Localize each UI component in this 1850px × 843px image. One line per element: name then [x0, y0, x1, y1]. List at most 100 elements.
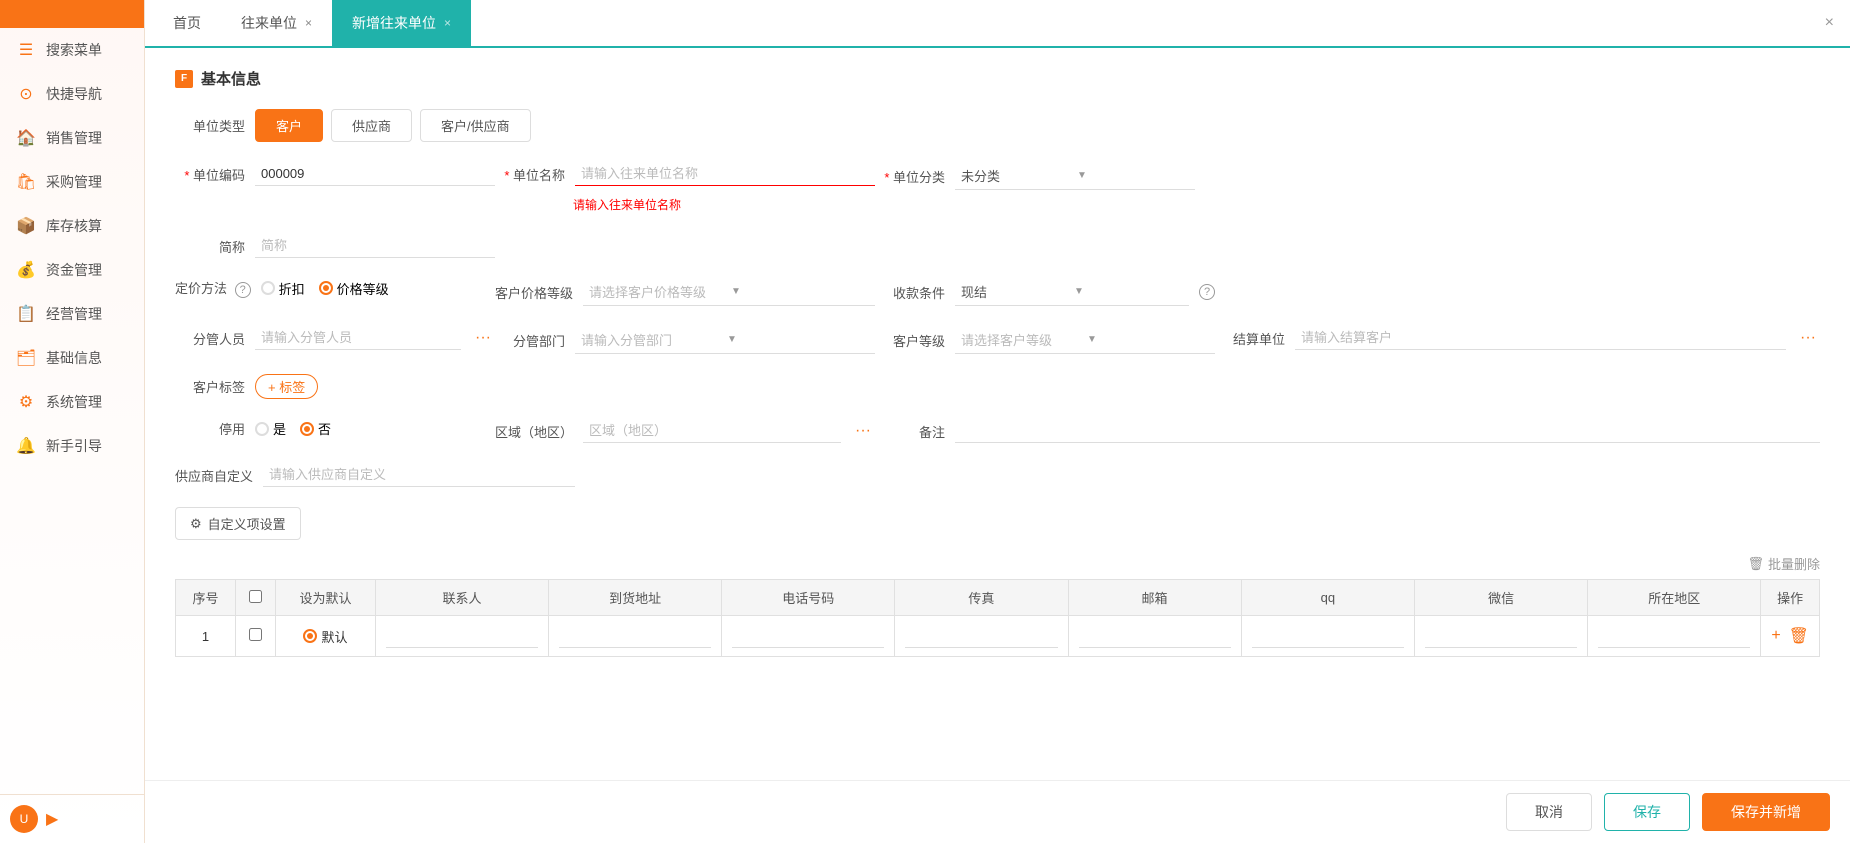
- row-email[interactable]: [1068, 616, 1241, 657]
- pricing-discount-option[interactable]: 折扣: [261, 279, 305, 298]
- qq-input[interactable]: [1252, 624, 1404, 648]
- row-region[interactable]: [1588, 616, 1761, 657]
- sidebar-item-basic-info[interactable]: 🗂 基础信息: [0, 336, 144, 380]
- unit-code-input[interactable]: [255, 162, 495, 186]
- department-select[interactable]: 请输入分管部门 ▼: [575, 326, 875, 354]
- custom-settings-label: 自定义项设置: [208, 514, 286, 533]
- phone-input[interactable]: [732, 624, 884, 648]
- save-and-new-button[interactable]: 保存并新增: [1702, 793, 1830, 831]
- unit-type-supplier-button[interactable]: 供应商: [331, 109, 412, 142]
- default-radio[interactable]: [303, 629, 317, 643]
- department-placeholder: 请输入分管部门: [581, 330, 723, 349]
- sidebar-item-guide[interactable]: 🔔 新手引导: [0, 424, 144, 468]
- chevron-down-icon-4: ▼: [727, 334, 869, 345]
- pricing-method-group: 定价方法 ? 折扣 价格等级: [175, 278, 495, 298]
- sidebar-item-guide-label: 新手引导: [46, 436, 102, 456]
- row-region-input[interactable]: [1598, 624, 1750, 648]
- select-all-checkbox[interactable]: [249, 590, 262, 603]
- sidebar-item-purchase[interactable]: 🛍 采购管理: [0, 160, 144, 204]
- row-wechat[interactable]: [1415, 616, 1588, 657]
- unit-name-input[interactable]: [575, 162, 875, 186]
- sidebar-item-finance[interactable]: 💰 资金管理: [0, 248, 144, 292]
- sidebar-item-system[interactable]: ⚙ 系统管理: [0, 380, 144, 424]
- abbreviation-label: 简称: [175, 237, 245, 256]
- discount-radio[interactable]: [261, 281, 275, 295]
- payment-terms-help-icon[interactable]: ?: [1199, 284, 1215, 300]
- sidebar-item-operations[interactable]: 📋 经营管理: [0, 292, 144, 336]
- delete-row-button[interactable]: 🗑: [1789, 626, 1809, 646]
- settlement-unit-input[interactable]: [1295, 326, 1786, 350]
- row-address[interactable]: [549, 616, 722, 657]
- sidebar-item-sales[interactable]: 🏠 销售管理: [0, 116, 144, 160]
- price-level-radio[interactable]: [319, 281, 333, 295]
- tab-add-contact[interactable]: 新增往来单位 ×: [332, 0, 471, 48]
- add-tag-label: + 标签: [268, 377, 305, 396]
- remarks-input[interactable]: [955, 419, 1820, 443]
- unit-name-group: 单位名称 请输入往来单位名称: [495, 162, 875, 214]
- section-icon: F: [175, 70, 193, 88]
- manager-more-button[interactable]: ···: [471, 329, 495, 347]
- yes-label: 是: [273, 419, 286, 438]
- default-radio-item[interactable]: 默认: [286, 627, 365, 646]
- fax-input[interactable]: [905, 624, 1057, 648]
- footer: 取消 保存 保存并新增: [145, 780, 1850, 843]
- sidebar-item-inventory[interactable]: 📦 库存核算: [0, 204, 144, 248]
- unit-code-group: 单位编码: [175, 162, 495, 186]
- contact-input[interactable]: [386, 624, 538, 648]
- price-level-label: 价格等级: [337, 279, 389, 298]
- batch-delete-button[interactable]: 🗑 批量删除: [1747, 554, 1820, 573]
- custom-settings-button[interactable]: ⚙ 自定义项设置: [175, 507, 301, 540]
- unit-type-both-button[interactable]: 客户/供应商: [420, 109, 531, 142]
- customer-price-level-select[interactable]: 请选择客户价格等级 ▼: [583, 278, 875, 306]
- settlement-unit-label: 结算单位: [1215, 329, 1285, 348]
- supplier-custom-row: 供应商自定义: [175, 463, 1820, 487]
- col-address: 到货地址: [549, 580, 722, 616]
- row-fax[interactable]: [895, 616, 1068, 657]
- inventory-icon: 📦: [16, 216, 36, 236]
- customer-level-select[interactable]: 请选择客户等级 ▼: [955, 326, 1215, 354]
- region-input[interactable]: [583, 419, 841, 443]
- row-checkbox[interactable]: [249, 628, 262, 641]
- sidebar-item-sales-label: 销售管理: [46, 128, 102, 148]
- address-input[interactable]: [559, 624, 711, 648]
- abbreviation-input[interactable]: [255, 234, 495, 258]
- pricing-help-icon[interactable]: ?: [235, 282, 251, 298]
- sidebar-item-quick-nav[interactable]: ⊙ 快捷导航: [0, 72, 144, 116]
- pricing-level-option[interactable]: 价格等级: [319, 279, 389, 298]
- supplier-custom-input[interactable]: [263, 463, 575, 487]
- purchase-icon: 🛍: [16, 172, 36, 192]
- row-contact[interactable]: [376, 616, 549, 657]
- manager-input[interactable]: [255, 326, 461, 350]
- unit-type-customer-button[interactable]: 客户: [255, 109, 323, 142]
- tab-add-contact-close[interactable]: ×: [444, 16, 451, 30]
- payment-terms-select[interactable]: 现结 ▼: [955, 278, 1189, 306]
- manager-label: 分管人员: [175, 329, 245, 348]
- tab-bar: 首页 往来单位 × 新增往来单位 × ×: [145, 0, 1850, 48]
- add-row-button[interactable]: +: [1771, 627, 1780, 645]
- save-button[interactable]: 保存: [1604, 793, 1690, 831]
- disabled-no-option[interactable]: 否: [300, 419, 331, 438]
- no-radio[interactable]: [300, 422, 314, 436]
- row-qq[interactable]: [1241, 616, 1414, 657]
- discount-label: 折扣: [279, 279, 305, 298]
- wechat-input[interactable]: [1425, 624, 1577, 648]
- sidebar-item-inventory-label: 库存核算: [46, 216, 102, 236]
- disabled-label: 停用: [175, 419, 245, 438]
- row-phone[interactable]: [722, 616, 895, 657]
- tab-contact-units-close[interactable]: ×: [305, 16, 312, 30]
- tab-contact-units[interactable]: 往来单位 ×: [221, 0, 332, 48]
- col-wechat: 微信: [1415, 580, 1588, 616]
- yes-radio[interactable]: [255, 422, 269, 436]
- tab-home[interactable]: 首页: [153, 0, 221, 48]
- disabled-yes-option[interactable]: 是: [255, 419, 286, 438]
- add-tag-button[interactable]: + 标签: [255, 374, 318, 399]
- settlement-unit-more-button[interactable]: ···: [1796, 329, 1820, 347]
- region-more-button[interactable]: ···: [851, 422, 875, 440]
- email-input[interactable]: [1079, 624, 1231, 648]
- window-close-button[interactable]: ×: [1825, 14, 1834, 32]
- unit-type-group: 单位类型 客户 供应商 客户/供应商: [175, 109, 1820, 142]
- sidebar-item-search[interactable]: ☰ 搜索菜单: [0, 28, 144, 72]
- unit-category-select[interactable]: 未分类 ▼: [955, 162, 1195, 190]
- cancel-button[interactable]: 取消: [1506, 793, 1592, 831]
- settlement-unit-group: 结算单位 ···: [1215, 326, 1820, 350]
